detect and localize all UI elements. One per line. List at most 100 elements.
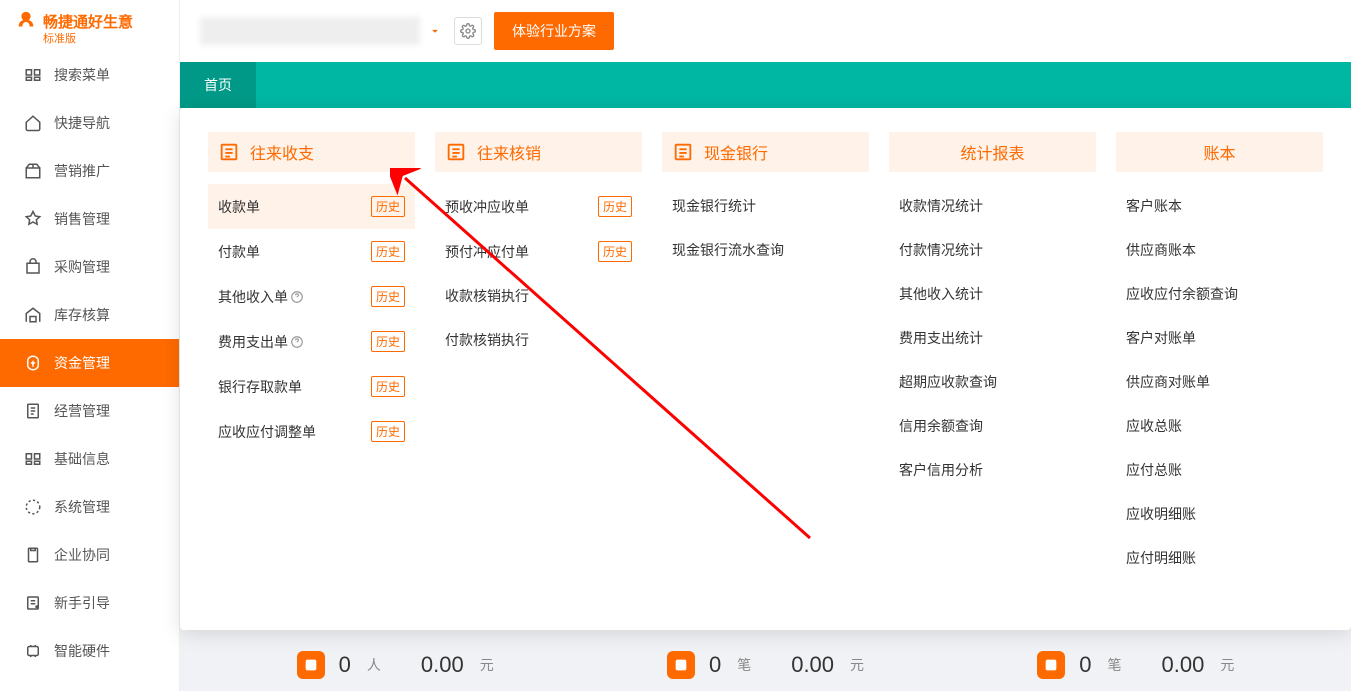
mega-item-label: 应付总账 [1126,460,1182,480]
sidebar-item-quick[interactable]: 快捷导航 [0,99,179,147]
funds-icon [24,354,42,372]
mega-item[interactable]: 其他收入单历史 [208,274,415,319]
sidebar-item-funds[interactable]: 资金管理 [0,339,179,387]
sidebar-item-system[interactable]: 系统管理 [0,483,179,531]
stat-block: 0笔0.00元 [1037,651,1234,679]
mega-item[interactable]: 供应商账本 [1116,228,1323,272]
mega-item[interactable]: 收款核销执行 [435,274,642,318]
mega-item[interactable]: 预收冲应收单历史 [435,184,642,229]
gear-icon [460,23,476,39]
stat-unit: 笔 [737,655,751,675]
sidebar-item-guide[interactable]: 新手引导 [0,579,179,627]
mega-item-label: 费用支出单 [218,332,304,352]
mega-item[interactable]: 收款单 历史 [208,184,415,229]
mega-item[interactable]: 现金银行统计 [662,184,869,228]
mega-item[interactable]: 应付总账 [1116,448,1323,492]
help-icon[interactable] [290,290,304,304]
stat-icon [297,651,325,679]
mega-item[interactable]: 付款情况统计 [889,228,1096,272]
sidebar-item-purchase[interactable]: 采购管理 [0,243,179,291]
guide-icon [24,594,42,612]
mega-item[interactable]: 付款核销执行 [435,318,642,362]
sidebar-item-label: 基础信息 [54,449,110,469]
sidebar-item-hardware[interactable]: 智能硬件 [0,627,179,675]
sidebar-item-basic[interactable]: 基础信息 [0,435,179,483]
sidebar-item-label: 资金管理 [54,353,110,373]
search-icon [24,66,42,84]
sidebar-item-operate[interactable]: 经营管理 [0,387,179,435]
history-badge[interactable]: 历史 [371,421,405,442]
mega-item[interactable]: 超期应收款查询 [889,360,1096,404]
stat-unit: 元 [1220,655,1234,675]
mega-item[interactable]: 银行存取款单 历史 [208,364,415,409]
mega-item-label: 收款单 [218,197,260,217]
mega-item[interactable]: 信用余额查询 [889,404,1096,448]
history-badge[interactable]: 历史 [371,331,405,352]
history-badge[interactable]: 历史 [371,241,405,262]
operate-icon [24,402,42,420]
brand-edition: 标准版 [43,30,164,46]
mega-item-label: 现金银行统计 [672,196,756,216]
tab-home[interactable]: 首页 [180,62,256,108]
mega-column: 现金银行现金银行统计现金银行流水查询 [662,132,869,580]
mega-item-label: 银行存取款单 [218,377,302,397]
system-icon [24,498,42,516]
tab-strip: 首页 [180,62,1351,108]
cta-plan-button[interactable]: 体验行业方案 [494,12,614,50]
mega-column-header: 现金银行 [662,132,869,172]
sidebar-item-label: 企业协同 [54,545,110,565]
mega-item[interactable]: 应收应付余额查询 [1116,272,1323,316]
mega-item[interactable]: 费用支出单 历史 [208,319,415,364]
history-badge[interactable]: 历史 [371,286,405,307]
stat-unit: 元 [480,655,494,675]
column-doc-icon [672,141,694,163]
mega-item[interactable]: 应收应付调整单历史 [208,409,415,454]
mega-item[interactable]: 预付冲应付单历史 [435,229,642,274]
sidebar: 畅捷通好生意 标准版 搜索菜单快捷导航营销推广销售管理采购管理库存核算资金管理经… [0,0,180,691]
sidebar-item-label: 搜索菜单 [54,65,110,85]
mega-column-header: 统计报表 [889,132,1096,172]
mega-item[interactable]: 收款情况统计 [889,184,1096,228]
mega-item-label: 超期应收款查询 [899,372,997,392]
mega-column-header: 账本 [1116,132,1323,172]
mega-item[interactable]: 应收明细账 [1116,492,1323,536]
mega-column-title: 往来收支 [250,140,314,164]
sidebar-item-sales[interactable]: 销售管理 [0,195,179,243]
mega-item-label: 客户信用分析 [899,460,983,480]
mega-item[interactable]: 客户信用分析 [889,448,1096,492]
mega-item[interactable]: 供应商对账单 [1116,360,1323,404]
mega-item[interactable]: 费用支出统计 [889,316,1096,360]
mega-item[interactable]: 现金银行流水查询 [662,228,869,272]
mega-column-title: 统计报表 [960,140,1024,164]
mega-item[interactable]: 其他收入统计 [889,272,1096,316]
mega-item[interactable]: 客户账本 [1116,184,1323,228]
mega-column-title: 账本 [1203,140,1235,164]
history-badge[interactable]: 历史 [598,241,632,262]
mega-item[interactable]: 客户对账单 [1116,316,1323,360]
mega-column: 账本客户账本供应商账本应收应付余额查询客户对账单供应商对账单应收总账应付总账应收… [1116,132,1323,580]
sidebar-item-marketing[interactable]: 营销推广 [0,147,179,195]
purchase-icon [24,258,42,276]
mega-item-label: 应收应付余额查询 [1126,284,1238,304]
stat-icon [667,651,695,679]
history-badge[interactable]: 历史 [371,376,405,397]
mega-item-label: 费用支出统计 [899,328,983,348]
sidebar-item-search[interactable]: 搜索菜单 [0,51,179,99]
org-selector[interactable] [200,17,442,45]
stat-amount: 0.00 [421,652,464,678]
sales-icon [24,210,42,228]
history-badge[interactable]: 历史 [371,196,405,217]
mega-item-label: 付款核销执行 [445,330,529,350]
mega-item-label: 应收总账 [1126,416,1182,436]
stat-unit: 人 [367,655,381,675]
mega-item[interactable]: 付款单历史 [208,229,415,274]
mega-item[interactable]: 应付明细账 [1116,536,1323,580]
mega-item-label: 信用余额查询 [899,416,983,436]
settings-button[interactable] [454,17,482,45]
sidebar-item-stock[interactable]: 库存核算 [0,291,179,339]
sidebar-item-label: 库存核算 [54,305,110,325]
mega-item[interactable]: 应收总账 [1116,404,1323,448]
help-icon[interactable] [290,335,304,349]
history-badge[interactable]: 历史 [598,196,632,217]
sidebar-item-collab[interactable]: 企业协同 [0,531,179,579]
